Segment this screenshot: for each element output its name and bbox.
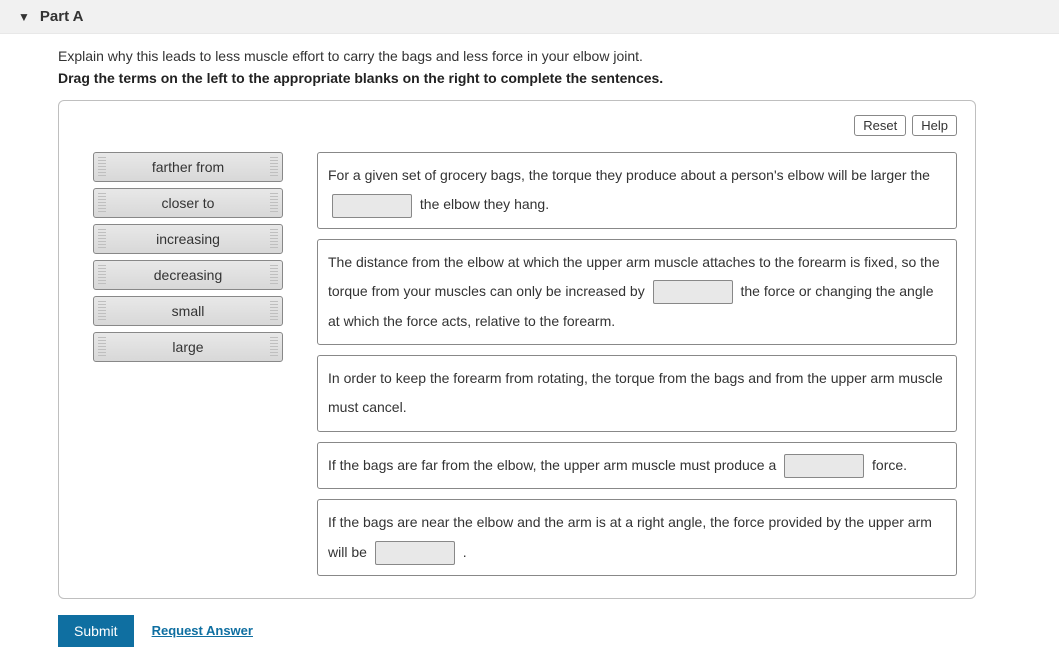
sentence-1-text-a: For a given set of grocery bags, the tor… (328, 167, 930, 183)
blank-1[interactable] (332, 194, 412, 218)
instruction-line-2: Drag the terms on the left to the approp… (58, 70, 1059, 86)
sentence-4-text-a: If the bags are far from the elbow, the … (328, 457, 780, 473)
drag-body: farther from closer to increasing decrea… (77, 152, 957, 576)
collapse-caret-icon: ▼ (18, 10, 30, 24)
part-header[interactable]: ▼ Part A (0, 0, 1059, 34)
terms-column: farther from closer to increasing decrea… (93, 152, 283, 362)
reset-button[interactable]: Reset (854, 115, 906, 136)
sentence-5-text-b: . (463, 544, 467, 560)
content: Explain why this leads to less muscle ef… (0, 34, 1059, 665)
term-increasing[interactable]: increasing (93, 224, 283, 254)
instruction-line-1: Explain why this leads to less muscle ef… (58, 48, 1059, 64)
submit-button[interactable]: Submit (58, 615, 134, 647)
drag-drop-panel: Reset Help farther from closer to increa… (58, 100, 976, 599)
blank-4[interactable] (375, 541, 455, 565)
sentence-4: If the bags are far from the elbow, the … (317, 442, 957, 489)
panel-toolbar: Reset Help (77, 115, 957, 136)
blank-3[interactable] (784, 454, 864, 478)
actions-row: Submit Request Answer (58, 615, 1059, 647)
blank-2[interactable] (653, 280, 733, 304)
sentences-column: For a given set of grocery bags, the tor… (317, 152, 957, 576)
term-small[interactable]: small (93, 296, 283, 326)
sentence-3-text: In order to keep the forearm from rotati… (328, 370, 943, 415)
sentence-1: For a given set of grocery bags, the tor… (317, 152, 957, 229)
term-large[interactable]: large (93, 332, 283, 362)
sentence-1-text-b: the elbow they hang. (420, 196, 549, 212)
part-title: Part A (40, 8, 84, 25)
term-closer-to[interactable]: closer to (93, 188, 283, 218)
term-farther-from[interactable]: farther from (93, 152, 283, 182)
sentence-3: In order to keep the forearm from rotati… (317, 355, 957, 432)
sentence-2: The distance from the elbow at which the… (317, 239, 957, 345)
term-decreasing[interactable]: decreasing (93, 260, 283, 290)
sentence-4-text-b: force. (872, 457, 907, 473)
help-button[interactable]: Help (912, 115, 957, 136)
sentence-5: If the bags are near the elbow and the a… (317, 499, 957, 576)
